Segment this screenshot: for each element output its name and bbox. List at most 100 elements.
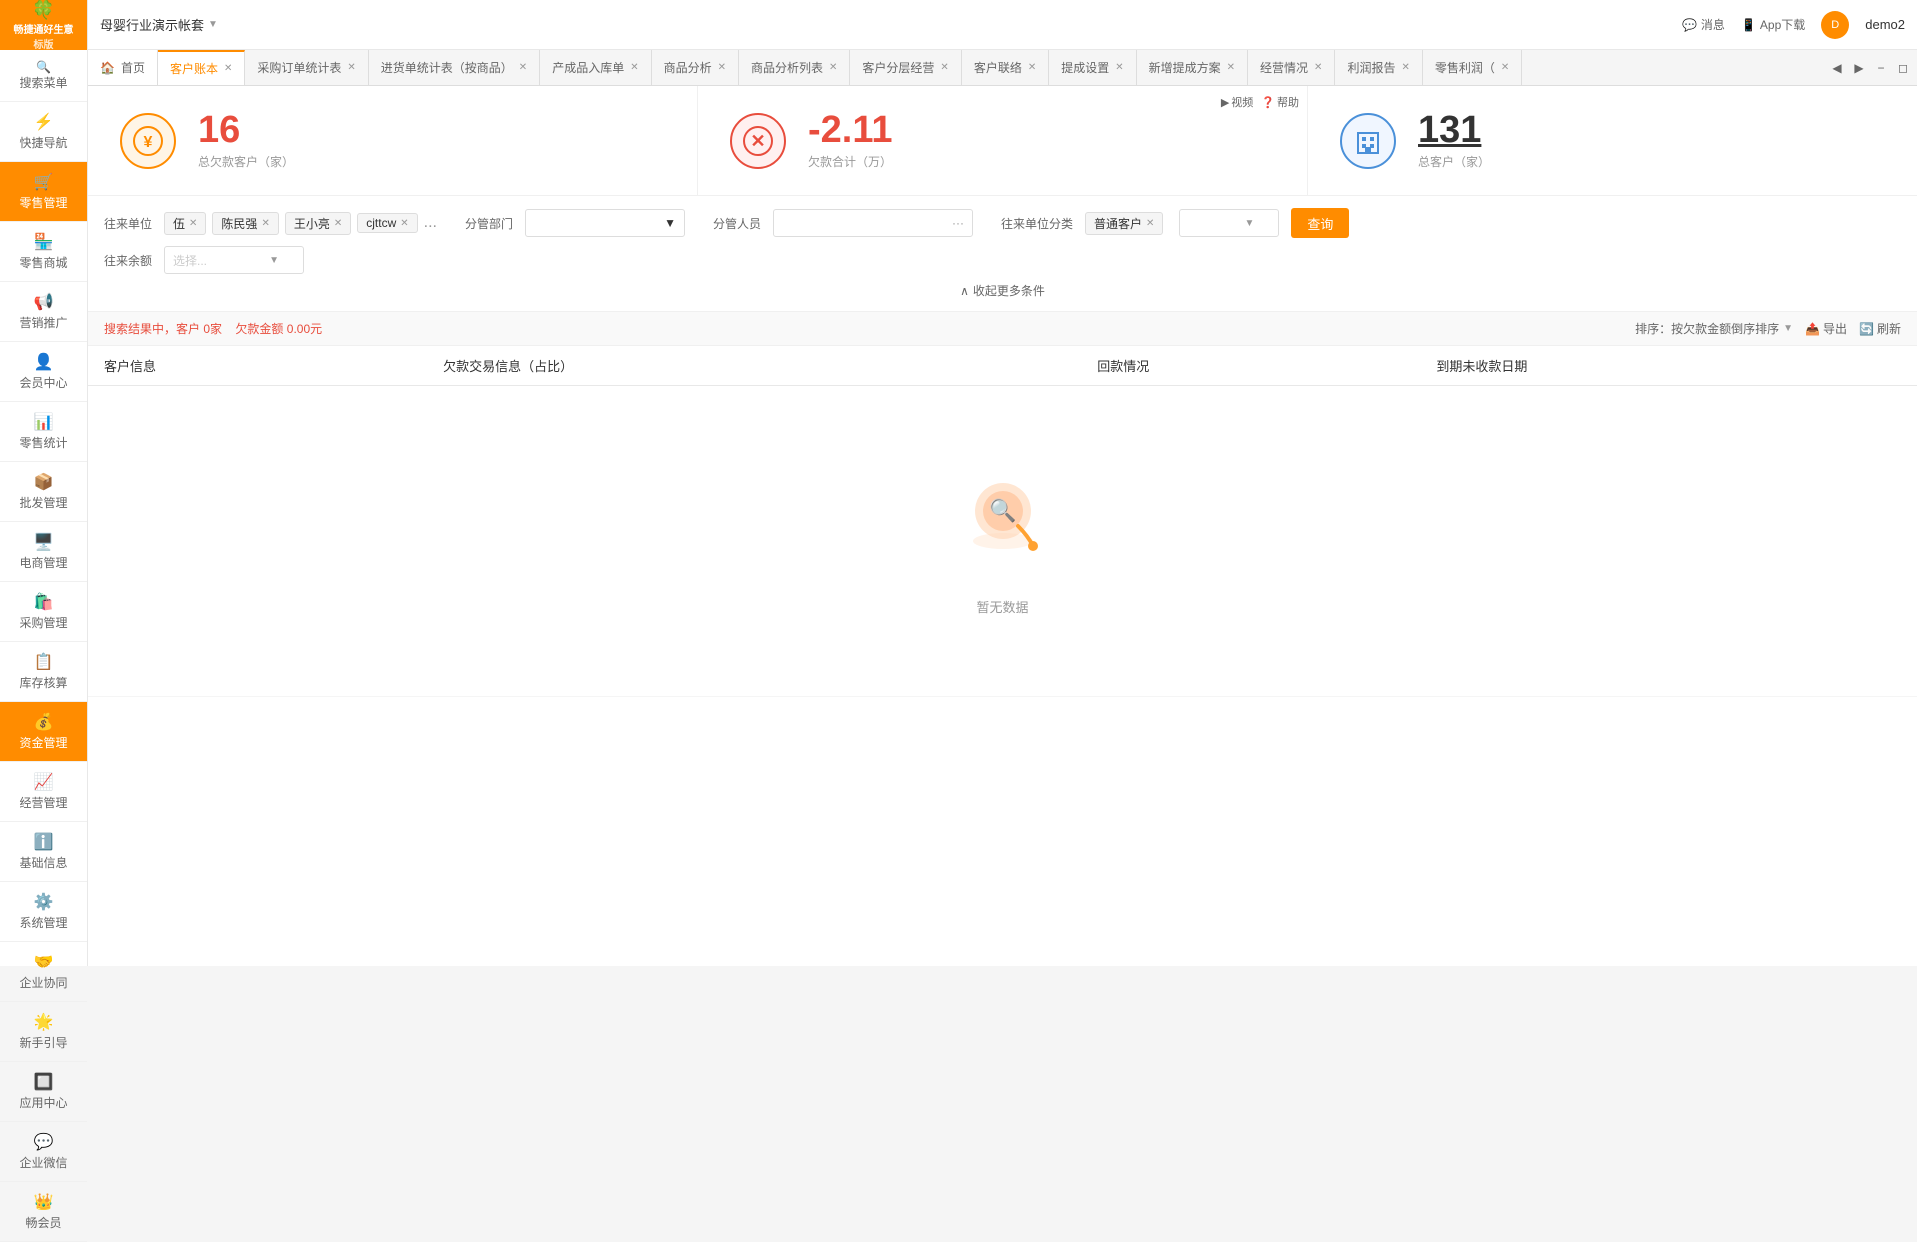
- unit-filter-label: 往来单位: [104, 215, 152, 232]
- tab-close-profit-report[interactable]: ✕: [1401, 62, 1409, 73]
- sort-selector[interactable]: 排序：按欠款金额倒序排序 ▼: [1635, 320, 1793, 337]
- tab-purchase-order[interactable]: 采购订单统计表 ✕: [245, 50, 368, 86]
- tab-close-operation[interactable]: ✕: [1314, 62, 1322, 73]
- tab-home[interactable]: 🏠 首页: [88, 50, 158, 86]
- tab-minimize-button[interactable]: −: [1871, 58, 1891, 78]
- account-selector[interactable]: 母婴行业演示帐套 ▼: [100, 15, 218, 34]
- app-download-button[interactable]: 📱 App下载: [1741, 16, 1805, 33]
- sidebar-item-wechat[interactable]: 💬 企业微信: [0, 1122, 87, 1182]
- tab-close-customer-layer[interactable]: ✕: [940, 62, 948, 73]
- sidebar-item-marketing[interactable]: 📢 营销推广: [0, 282, 87, 342]
- sidebar-item-new-user[interactable]: 🌟 新手引导: [0, 1002, 87, 1062]
- tab-close-production[interactable]: ✕: [630, 62, 638, 73]
- username[interactable]: demo2: [1865, 17, 1905, 32]
- stat-number-2: -2.11: [808, 111, 893, 149]
- balance-select[interactable]: 选择... ▼: [164, 246, 304, 274]
- collapse-filters-button[interactable]: ∧ 收起更多条件: [104, 282, 1901, 299]
- tab-close-goods-analysis-list[interactable]: ✕: [829, 62, 837, 73]
- sidebar-item-ecommerce[interactable]: 🖥️ 电商管理: [0, 522, 87, 582]
- tab-maximize-button[interactable]: ◻: [1893, 58, 1913, 78]
- sidebar-item-label: 畅会员: [0, 1214, 87, 1231]
- tab-arrears[interactable]: 客户账本 ✕: [158, 50, 245, 86]
- tab-customer-layer[interactable]: 客户分层经营 ✕: [850, 50, 961, 86]
- unit-tag-wu: 伍 ✕: [164, 212, 206, 235]
- sidebar-item-purchase[interactable]: 🛍️ 采购管理: [0, 582, 87, 642]
- tab-close-purchase-order[interactable]: ✕: [347, 62, 355, 73]
- query-button[interactable]: 查询: [1291, 208, 1349, 238]
- stat-label-3: 总客户（家）: [1418, 153, 1490, 170]
- tab-new-plan[interactable]: 新增提成方案 ✕: [1137, 50, 1248, 86]
- unit-tag-chen-close[interactable]: ✕: [261, 218, 269, 229]
- sidebar-item-member[interactable]: 👤 会员中心: [0, 342, 87, 402]
- stats-row: ¥ 16 总欠款客户（家） ✕: [88, 86, 1917, 196]
- tab-close-remind-setting[interactable]: ✕: [1115, 62, 1123, 73]
- sidebar-item-system[interactable]: ⚙️ 系统管理: [0, 882, 87, 942]
- tab-operation[interactable]: 经营情况 ✕: [1248, 50, 1335, 86]
- category-tag-normal-close[interactable]: ✕: [1146, 218, 1154, 229]
- sidebar-item-search[interactable]: 🔍 搜索菜单: [0, 50, 87, 102]
- logo-icon: 🍀: [32, 0, 54, 21]
- sidebar-item-inventory[interactable]: 📋 库存核算: [0, 642, 87, 702]
- sidebar-item-finance[interactable]: 💰 资金管理: [0, 702, 87, 762]
- col-customer-info: 客户信息: [88, 346, 427, 386]
- tab-goods-analysis[interactable]: 商品分析 ✕: [652, 50, 739, 86]
- avatar[interactable]: D: [1821, 11, 1849, 39]
- sidebar-item-retail[interactable]: 🛒 零售管理: [0, 162, 87, 222]
- export-button[interactable]: 📤 导出: [1805, 320, 1847, 337]
- video-label: 视频: [1231, 94, 1253, 110]
- tab-close-goods-analysis[interactable]: ✕: [718, 62, 726, 73]
- sidebar-item-enterprise[interactable]: 🤝 企业协同: [0, 942, 87, 1002]
- unit-tag-chen: 陈民强 ✕: [212, 212, 278, 235]
- quick-nav-icon: ⚡: [0, 112, 87, 132]
- col-due-date: 到期未收款日期: [1420, 346, 1917, 386]
- message-label: 消息: [1701, 16, 1725, 33]
- tab-retail-profit[interactable]: 零售利润（ ✕: [1423, 50, 1522, 86]
- play-icon: ▶: [1221, 96, 1229, 109]
- result-prefix: 搜索结果中，客户: [104, 322, 200, 336]
- col-arrears-info: 欠款交易信息（占比）: [427, 346, 1081, 386]
- tab-operation-label: 经营情况: [1260, 59, 1308, 76]
- tab-prev-button[interactable]: ◀: [1827, 58, 1847, 78]
- tab-close-retail-profit[interactable]: ✕: [1501, 62, 1509, 73]
- sidebar-item-wholesale[interactable]: 📦 批发管理: [0, 462, 87, 522]
- tab-profit-report[interactable]: 利润报告 ✕: [1335, 50, 1422, 86]
- sidebar-item-app-center[interactable]: 🔲 应用中心: [0, 1062, 87, 1122]
- person-more-icon[interactable]: ···: [952, 216, 964, 230]
- tab-remind-setting[interactable]: 提成设置 ✕: [1049, 50, 1136, 86]
- tab-next-button[interactable]: ▶: [1849, 58, 1869, 78]
- dept-filter-input[interactable]: ▼: [525, 209, 685, 237]
- sidebar-item-retail-mall[interactable]: 🏪 零售商城: [0, 222, 87, 282]
- unit-tag-cjttcw-close[interactable]: ✕: [400, 218, 408, 229]
- refresh-button[interactable]: 🔄 刷新: [1859, 320, 1901, 337]
- result-info: 搜索结果中，客户 0家 欠款金额 0.00元: [104, 320, 322, 337]
- result-actions: 排序：按欠款金额倒序排序 ▼ 📤 导出 🔄 刷新: [1635, 320, 1901, 337]
- balance-filter-label: 往来余额: [104, 252, 152, 269]
- video-link[interactable]: ▶ 视频: [1221, 94, 1253, 110]
- tab-close-purchase-stat[interactable]: ✕: [519, 62, 527, 73]
- message-button[interactable]: 💬 消息: [1682, 16, 1725, 33]
- chevron-down-icon: ▼: [269, 255, 279, 266]
- stat-total-all-customers: 131 总客户（家）: [1308, 86, 1917, 195]
- unit-tag-wang-close[interactable]: ✕: [334, 218, 342, 229]
- tab-goods-analysis-list[interactable]: 商品分析列表 ✕: [739, 50, 850, 86]
- category-select[interactable]: ▼: [1179, 209, 1279, 237]
- sidebar-item-quick-nav[interactable]: ⚡ 快捷导航: [0, 102, 87, 162]
- tab-close-arrears[interactable]: ✕: [224, 63, 232, 74]
- unit-filter-more[interactable]: ...: [424, 214, 437, 232]
- sidebar-item-retail-stat[interactable]: 📊 零售统计: [0, 402, 87, 462]
- tab-production[interactable]: 产成品入库单 ✕: [540, 50, 651, 86]
- sidebar-item-operation-mgr[interactable]: 📈 经营管理: [0, 762, 87, 822]
- tab-purchase-stat[interactable]: 进货单统计表（按商品） ✕: [369, 50, 540, 86]
- unit-tag-wu-close[interactable]: ✕: [189, 218, 197, 229]
- help-link[interactable]: ❓ 帮助: [1261, 94, 1299, 110]
- sidebar-item-basic-info[interactable]: ℹ️ 基础信息: [0, 822, 87, 882]
- tab-close-customer-contact[interactable]: ✕: [1028, 62, 1036, 73]
- tab-close-new-plan[interactable]: ✕: [1227, 62, 1235, 73]
- dept-filter-label: 分管部门: [465, 215, 513, 232]
- app-center-icon: 🔲: [0, 1072, 87, 1092]
- sidebar-item-vip[interactable]: 👑 畅会员: [0, 1182, 87, 1242]
- tab-customer-contact[interactable]: 客户联络 ✕: [962, 50, 1049, 86]
- help-label: 帮助: [1277, 94, 1299, 110]
- sidebar-item-label: 电商管理: [0, 554, 87, 571]
- person-filter-input[interactable]: ···: [773, 209, 973, 237]
